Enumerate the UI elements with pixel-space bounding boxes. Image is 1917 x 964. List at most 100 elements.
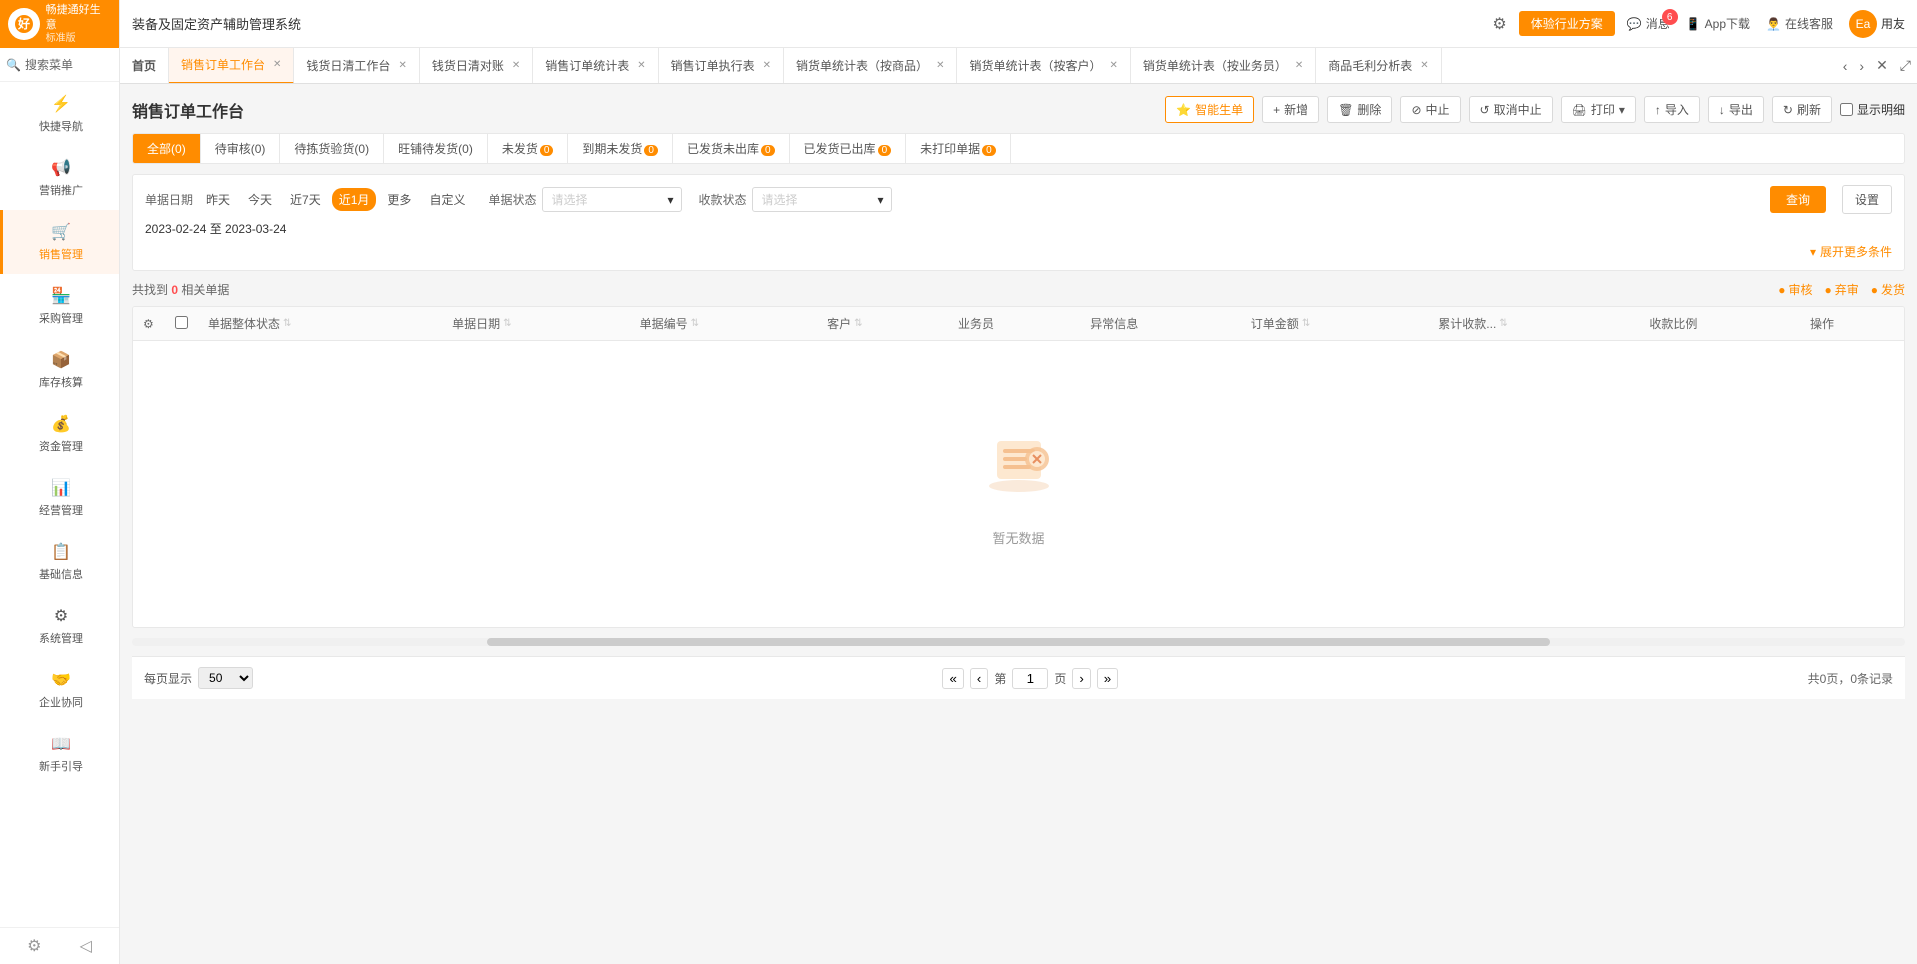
- sort-bill-status-icon[interactable]: ⇅: [283, 318, 291, 329]
- sort-cumulative-icon[interactable]: ⇅: [1499, 318, 1507, 329]
- sidebar-item-marketing[interactable]: 📢 营销推广: [0, 146, 119, 210]
- prev-page-btn[interactable]: ‹: [970, 668, 988, 689]
- smart-icon: ⭐: [1176, 103, 1191, 117]
- table-header: ⚙ 单据整体状态 ⇅ 单据日期 ⇅: [133, 307, 1904, 341]
- tab-close-product-margin[interactable]: ✕: [1420, 60, 1428, 71]
- tab-close-sales-order-exec[interactable]: ✕: [763, 60, 771, 71]
- sidebar-item-enterprise[interactable]: 🤝 企业协同: [0, 658, 119, 722]
- tab-maximize[interactable]: ⤢: [1894, 57, 1917, 74]
- tab-sales-order-workbench[interactable]: 销售订单工作台 ✕: [169, 48, 294, 84]
- page-number-input[interactable]: [1012, 668, 1048, 689]
- next-page-btn[interactable]: ›: [1072, 668, 1090, 689]
- date-custom-btn[interactable]: 自定义: [422, 188, 472, 211]
- cancel-stop-btn[interactable]: ↺ 取消中止: [1469, 96, 1553, 123]
- tab-cash-daily[interactable]: 钱货日清工作台 ✕: [294, 48, 419, 84]
- pagination: 每页显示 10 20 50 100 « ‹ 第 页 › »: [132, 656, 1905, 699]
- settings-gear-icon[interactable]: ⚙: [27, 936, 41, 956]
- sidebar-item-guide[interactable]: 📖 新手引导: [0, 722, 119, 786]
- tab-close-sales-stats-product[interactable]: ✕: [936, 60, 944, 71]
- sidebar-item-operations[interactable]: 📊 经营管理: [0, 466, 119, 530]
- tab-scroll-right[interactable]: ›: [1853, 58, 1870, 74]
- tab-close-sales-stats-customer[interactable]: ✕: [1109, 60, 1117, 71]
- filter-payment-select[interactable]: 请选择 ▾: [752, 187, 892, 212]
- user-menu[interactable]: Ea 用友: [1849, 10, 1905, 38]
- tab-close-sales-order-stats[interactable]: ✕: [637, 60, 645, 71]
- sidebar-item-quick-nav[interactable]: ⚡ 快捷导航: [0, 82, 119, 146]
- date-today-btn[interactable]: 今天: [241, 188, 279, 211]
- date-1month-btn[interactable]: 近1月: [332, 188, 377, 211]
- tab-home[interactable]: 首页: [120, 48, 169, 84]
- industry-btn[interactable]: 体验行业方案: [1519, 11, 1615, 36]
- col-settings[interactable]: ⚙: [133, 307, 165, 341]
- message-btn[interactable]: 💬 消息 6: [1627, 15, 1670, 32]
- subtab-expired-not-shipped[interactable]: 到期未发货0: [568, 134, 673, 163]
- col-checkbox[interactable]: [165, 307, 198, 341]
- cancel-review-btn[interactable]: ● 弃审: [1824, 281, 1858, 298]
- export-btn[interactable]: ↓ 导出: [1708, 96, 1764, 123]
- subtab-not-printed[interactable]: 未打印单据0: [906, 134, 1011, 163]
- set-btn[interactable]: 设置: [1842, 185, 1892, 214]
- tab-close-all[interactable]: ✕: [1870, 57, 1894, 74]
- date-7days-btn[interactable]: 近7天: [283, 188, 328, 211]
- ship-btn[interactable]: ● 发货: [1871, 281, 1905, 298]
- query-btn[interactable]: 查询: [1770, 186, 1826, 213]
- sidebar-item-purchase[interactable]: 🏪 采购管理: [0, 274, 119, 338]
- refresh-btn[interactable]: ↻ 刷新: [1772, 96, 1832, 123]
- review-btn[interactable]: ● 审核: [1778, 281, 1812, 298]
- sidebar-item-basic[interactable]: 📋 基础信息: [0, 530, 119, 594]
- tab-scroll-left[interactable]: ‹: [1837, 58, 1854, 74]
- sort-bill-date-icon[interactable]: ⇅: [503, 318, 511, 329]
- collapse-sidebar-icon[interactable]: ◁: [80, 936, 92, 956]
- display-detail-checkbox-label[interactable]: 显示明细: [1840, 101, 1905, 118]
- print-btn[interactable]: 🖨 打印 ▾: [1561, 96, 1636, 123]
- sidebar-item-sales[interactable]: 🛒 销售管理: [0, 210, 119, 274]
- tab-product-margin[interactable]: 商品毛利分析表 ✕: [1316, 48, 1441, 84]
- page-size-select[interactable]: 10 20 50 100: [198, 667, 253, 689]
- tab-close-sales-stats-salesman[interactable]: ✕: [1295, 60, 1303, 71]
- last-page-btn[interactable]: »: [1097, 668, 1118, 689]
- tab-close-cash-daily[interactable]: ✕: [398, 60, 406, 71]
- sort-order-amount-icon[interactable]: ⇅: [1302, 318, 1310, 329]
- date-more-btn[interactable]: 更多: [380, 188, 418, 211]
- expand-more-conditions-btn[interactable]: ▾ 展开更多条件: [1810, 243, 1892, 260]
- enterprise-icon: 🤝: [51, 670, 71, 690]
- horizontal-scrollbar[interactable]: [132, 638, 1905, 646]
- scroll-thumb[interactable]: [487, 638, 1551, 646]
- sidebar-item-finance[interactable]: 💰 资金管理: [0, 402, 119, 466]
- add-btn[interactable]: + 新增: [1262, 96, 1319, 123]
- tab-close-sales-order-workbench[interactable]: ✕: [273, 59, 281, 70]
- subtab-shipped-out[interactable]: 已发货已出库0: [790, 134, 907, 163]
- filter-status-select[interactable]: 请选择 ▾: [542, 187, 682, 212]
- sidebar-item-system[interactable]: ⚙ 系统管理: [0, 594, 119, 658]
- display-detail-checkbox[interactable]: [1840, 103, 1853, 116]
- sidebar-item-inventory[interactable]: 📦 库存核算: [0, 338, 119, 402]
- subtab-shipped-not-out[interactable]: 已发货未出库0: [673, 134, 790, 163]
- tab-sales-order-exec[interactable]: 销售订单执行表 ✕: [659, 48, 784, 84]
- online-service-btn[interactable]: 👨‍💼 在线客服: [1766, 15, 1833, 32]
- select-all-checkbox[interactable]: [175, 316, 188, 329]
- subtab-all[interactable]: 全部(0): [133, 134, 201, 163]
- import-btn[interactable]: ↑ 导入: [1644, 96, 1700, 123]
- tab-sales-stats-customer[interactable]: 销货单统计表（按客户） ✕: [957, 48, 1130, 84]
- first-page-btn[interactable]: «: [942, 668, 963, 689]
- tab-sales-stats-product[interactable]: 销货单统计表（按商品） ✕: [784, 48, 957, 84]
- subtab-not-shipped[interactable]: 未发货0: [488, 134, 569, 163]
- topbar-settings-icon[interactable]: ⚙: [1492, 14, 1506, 34]
- app-download-btn[interactable]: 📱 App下载: [1686, 15, 1750, 32]
- tab-sales-stats-salesman[interactable]: 销货单统计表（按业务员） ✕: [1131, 48, 1316, 84]
- tab-cash-reconcile[interactable]: 钱货日清对账 ✕: [420, 48, 533, 84]
- smart-generate-btn[interactable]: ⭐ 智能生单: [1165, 96, 1254, 123]
- date-yesterday-btn[interactable]: 昨天: [199, 188, 237, 211]
- subtab-pending-inspect[interactable]: 待拣货验货(0): [280, 134, 384, 163]
- system-name: 装备及固定资产辅助管理系统: [132, 14, 1480, 33]
- logo-text: 畅捷通好生意 标准版: [46, 3, 111, 45]
- tab-close-cash-reconcile[interactable]: ✕: [512, 60, 520, 71]
- subtab-pending-review[interactable]: 待审核(0): [201, 134, 281, 163]
- stop-btn[interactable]: ⊘ 中止: [1400, 96, 1460, 123]
- tab-sales-order-stats[interactable]: 销售订单统计表 ✕: [533, 48, 658, 84]
- sidebar-search-menu[interactable]: 🔍 搜索菜单: [0, 48, 119, 82]
- subtab-wangpu-pending[interactable]: 旺铺待发货(0): [384, 134, 488, 163]
- sort-customer-icon[interactable]: ⇅: [854, 318, 862, 329]
- sort-bill-no-icon[interactable]: ⇅: [691, 318, 699, 329]
- delete-btn[interactable]: 🗑 删除: [1327, 96, 1392, 123]
